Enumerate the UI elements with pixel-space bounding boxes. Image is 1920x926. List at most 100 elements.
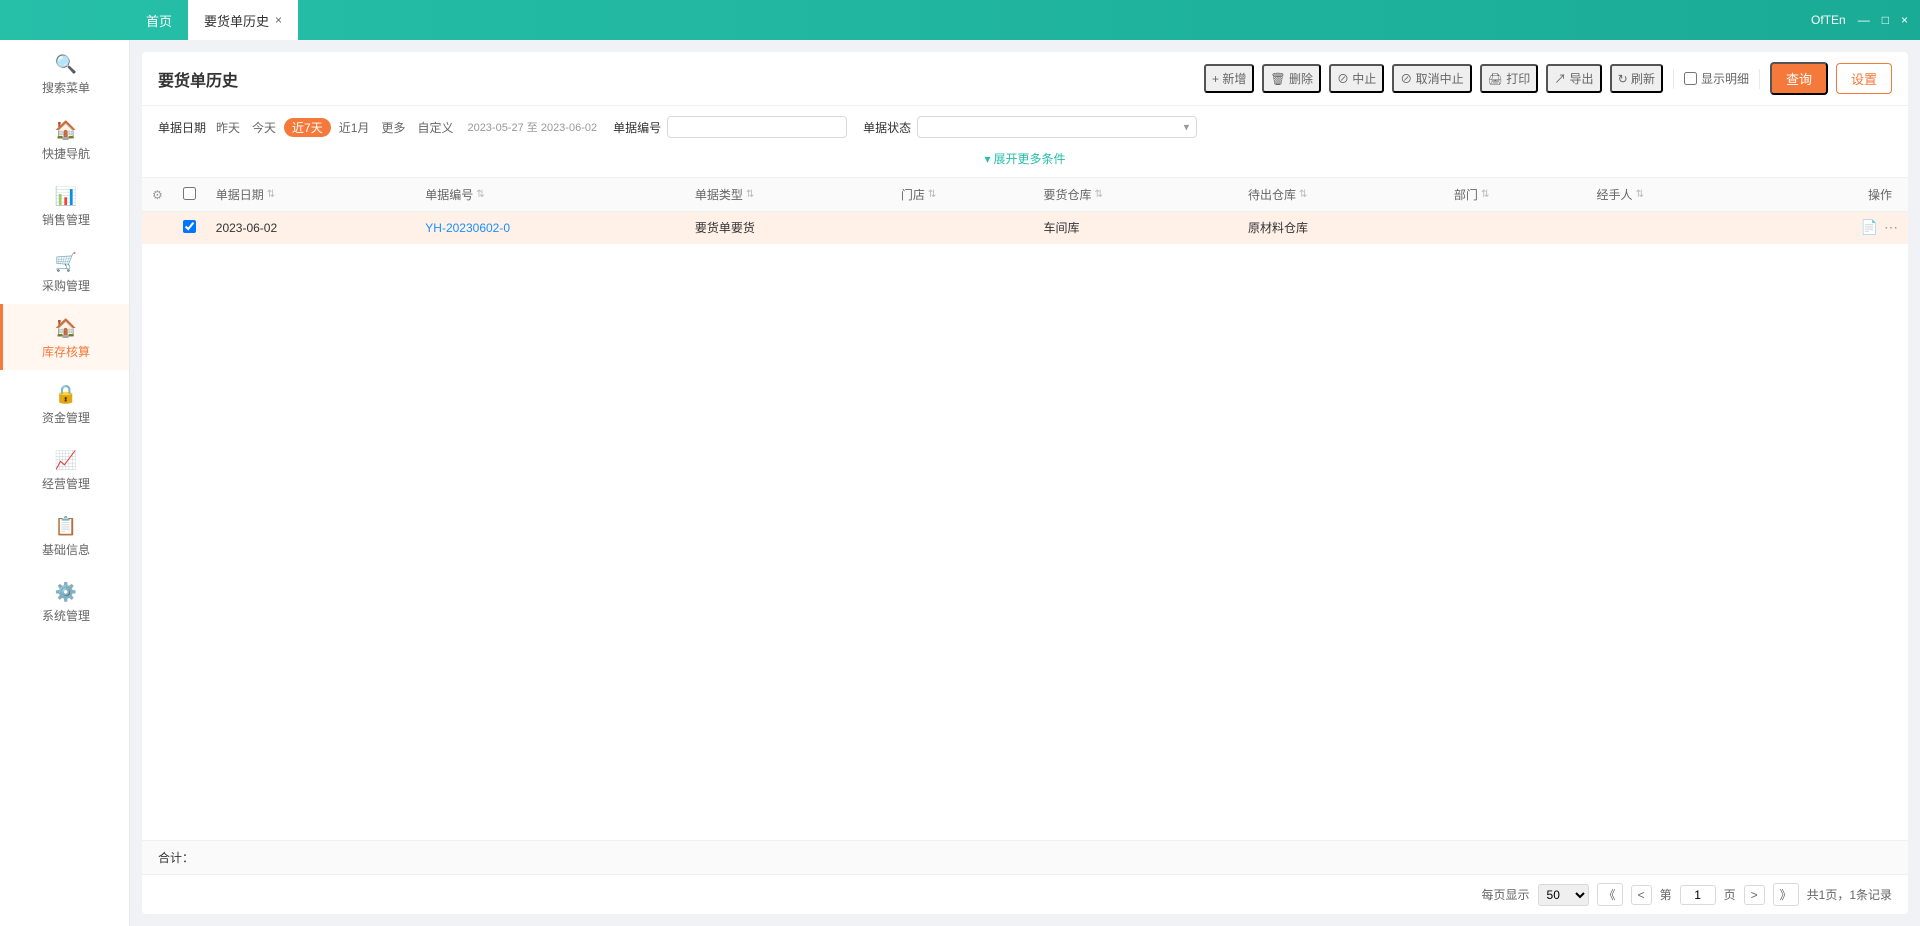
search-button[interactable]: 查询 bbox=[1770, 62, 1828, 95]
doc-no-input[interactable] bbox=[667, 116, 847, 138]
prev-page-btn[interactable]: < bbox=[1631, 885, 1652, 905]
docno-sort-icon: ⇅ bbox=[476, 189, 484, 200]
sidebar-label-inventory: 库存核算 bbox=[42, 343, 90, 360]
show-detail-checkbox[interactable] bbox=[1684, 72, 1697, 85]
page-header: 要货单历史 + 新增 🗑 删除 ⊘ 中止 ⊘ 取消中止 🖨 bbox=[142, 52, 1908, 106]
col-doc-no-label: 单据编号 bbox=[425, 186, 473, 203]
pagination-bar: 每页显示 10 20 50 100 《 < 第 页 > 》 共1页，1条记录 bbox=[142, 874, 1908, 914]
store-sort-icon: ⇅ bbox=[928, 189, 936, 200]
row-department bbox=[1444, 212, 1587, 244]
sidebar-item-inventory[interactable]: 🏠 库存核算 bbox=[0, 304, 129, 370]
print-button[interactable]: 🖨 打印 bbox=[1480, 64, 1539, 93]
col-handler[interactable]: 经手人 ⇅ bbox=[1587, 178, 1761, 212]
sidebar-item-search[interactable]: 🔍 搜索菜单 bbox=[0, 40, 129, 106]
col-store[interactable]: 门店 ⇅ bbox=[891, 178, 1034, 212]
sidebar-label-purchase: 采购管理 bbox=[42, 277, 90, 294]
tab-history[interactable]: 要货单历史 × bbox=[188, 0, 298, 40]
tab-home-label: 首页 bbox=[146, 11, 172, 30]
pending-sort-icon: ⇅ bbox=[1299, 189, 1307, 200]
date-opt-custom[interactable]: 自定义 bbox=[413, 118, 457, 137]
top-right-controls: OfTEn — □ × bbox=[1811, 13, 1920, 27]
col-store-label: 门店 bbox=[901, 186, 925, 203]
next-page-btn[interactable]: > bbox=[1744, 885, 1765, 905]
refresh-button[interactable]: ↻ 刷新 bbox=[1610, 64, 1663, 93]
new-label: + 新增 bbox=[1212, 70, 1246, 87]
new-button[interactable]: + 新增 bbox=[1204, 64, 1254, 93]
search-btn-label: 查询 bbox=[1786, 69, 1812, 88]
col-action: 操作 bbox=[1760, 178, 1908, 212]
col-doc-type[interactable]: 单据类型 ⇅ bbox=[685, 178, 891, 212]
tab-history-close[interactable]: × bbox=[275, 13, 282, 27]
total-info: 共1页，1条记录 bbox=[1807, 886, 1892, 903]
shortcut-icon: 🏠 bbox=[55, 120, 77, 141]
summary-label: 合计： bbox=[158, 851, 194, 865]
row-doc-type: 要货单要货 bbox=[685, 212, 891, 244]
sidebar-item-purchase[interactable]: 🛒 采购管理 bbox=[0, 238, 129, 304]
col-date[interactable]: 单据日期 ⇅ bbox=[206, 178, 416, 212]
date-opt-1month[interactable]: 近1月 bbox=[335, 118, 374, 137]
table-body: 2023-06-02 YH-20230602-0 要货单要货 车间库 原材料仓库… bbox=[142, 212, 1908, 244]
stop-label: ⊘ 中止 bbox=[1337, 70, 1376, 87]
last-page-btn[interactable]: 》 bbox=[1773, 883, 1799, 906]
sidebar-label-finance: 资金管理 bbox=[42, 409, 90, 426]
select-all-checkbox[interactable] bbox=[183, 187, 196, 200]
date-opt-yesterday[interactable]: 昨天 bbox=[212, 118, 244, 137]
date-opt-more[interactable]: 更多 bbox=[377, 118, 409, 137]
stop-button[interactable]: ⊘ 中止 bbox=[1329, 64, 1384, 93]
filter-status: 单据状态 bbox=[863, 116, 1197, 138]
col-department-label: 部门 bbox=[1454, 186, 1478, 203]
req-sort-icon: ⇅ bbox=[1095, 189, 1103, 200]
row-doc-no[interactable]: YH-20230602-0 bbox=[415, 212, 685, 244]
date-opt-7days[interactable]: 近7天 bbox=[284, 118, 331, 137]
row-checkbox-cell bbox=[173, 212, 206, 244]
col-settings[interactable]: ⚙ bbox=[142, 178, 173, 212]
table-footer: 合计： bbox=[142, 840, 1908, 874]
delete-button[interactable]: 🗑 删除 bbox=[1262, 64, 1321, 93]
page-input[interactable] bbox=[1680, 885, 1716, 905]
col-doc-no[interactable]: 单据编号 ⇅ bbox=[415, 178, 685, 212]
basic-icon: 📋 bbox=[55, 516, 77, 537]
sidebar-item-sales[interactable]: 📊 销售管理 bbox=[0, 172, 129, 238]
row-store bbox=[891, 212, 1034, 244]
row-view-icon[interactable]: 📄 bbox=[1861, 219, 1878, 236]
row-more-icon[interactable]: ⋯ bbox=[1884, 219, 1898, 236]
col-action-label: 操作 bbox=[1868, 188, 1892, 202]
tab-home[interactable]: 首页 bbox=[130, 0, 188, 40]
col-department[interactable]: 部门 ⇅ bbox=[1444, 178, 1587, 212]
first-page-btn[interactable]: 《 bbox=[1597, 883, 1623, 906]
row-handler bbox=[1587, 212, 1761, 244]
sidebar-item-finance[interactable]: 🔒 资金管理 bbox=[0, 370, 129, 436]
filter-doc-no: 单据编号 bbox=[613, 116, 847, 138]
sales-icon: 📊 bbox=[55, 186, 77, 207]
date-sort-icon: ⇅ bbox=[267, 189, 275, 200]
sidebar-label-sales: 销售管理 bbox=[42, 211, 90, 228]
col-req-warehouse-label: 要货仓库 bbox=[1044, 186, 1092, 203]
per-page-select[interactable]: 10 20 50 100 bbox=[1538, 884, 1589, 906]
sidebar-label-shortcut: 快捷导航 bbox=[42, 145, 90, 162]
print-label: 🖨 打印 bbox=[1488, 70, 1531, 87]
sidebar-item-basic[interactable]: 📋 基础信息 bbox=[0, 502, 129, 568]
table-row[interactable]: 2023-06-02 YH-20230602-0 要货单要货 车间库 原材料仓库… bbox=[142, 212, 1908, 244]
restore-btn[interactable]: □ bbox=[1882, 13, 1889, 27]
col-req-warehouse[interactable]: 要货仓库 ⇅ bbox=[1034, 178, 1238, 212]
row-date: 2023-06-02 bbox=[206, 212, 416, 244]
sidebar-item-system[interactable]: ⚙️ 系统管理 bbox=[0, 568, 129, 634]
minimize-btn[interactable]: — bbox=[1858, 13, 1870, 27]
show-detail-label[interactable]: 显示明细 bbox=[1684, 70, 1749, 87]
main-layout: 🔍 搜索菜单 🏠 快捷导航 📊 销售管理 🛒 采购管理 🏠 库存核算 🔒 资金管… bbox=[0, 40, 1920, 926]
status-select[interactable] bbox=[917, 116, 1197, 138]
sidebar-item-shortcut[interactable]: 🏠 快捷导航 bbox=[0, 106, 129, 172]
cancel-stop-button[interactable]: ⊘ 取消中止 bbox=[1392, 64, 1471, 93]
expand-btn[interactable]: ▾ 展开更多条件 bbox=[984, 150, 1065, 167]
sidebar-item-operations[interactable]: 📈 经营管理 bbox=[0, 436, 129, 502]
row-checkbox[interactable] bbox=[183, 220, 196, 233]
close-btn[interactable]: × bbox=[1901, 13, 1908, 27]
col-pending-warehouse[interactable]: 待出仓库 ⇅ bbox=[1238, 178, 1444, 212]
toolbar-divider bbox=[1673, 69, 1674, 89]
date-opt-today[interactable]: 今天 bbox=[248, 118, 280, 137]
settings-button[interactable]: 设置 bbox=[1836, 63, 1892, 94]
sidebar-label-system: 系统管理 bbox=[42, 607, 90, 624]
export-button[interactable]: ↗ 导出 bbox=[1546, 64, 1601, 93]
dept-sort-icon: ⇅ bbox=[1481, 189, 1489, 200]
table-head: ⚙ 单据日期 ⇅ bbox=[142, 178, 1908, 212]
